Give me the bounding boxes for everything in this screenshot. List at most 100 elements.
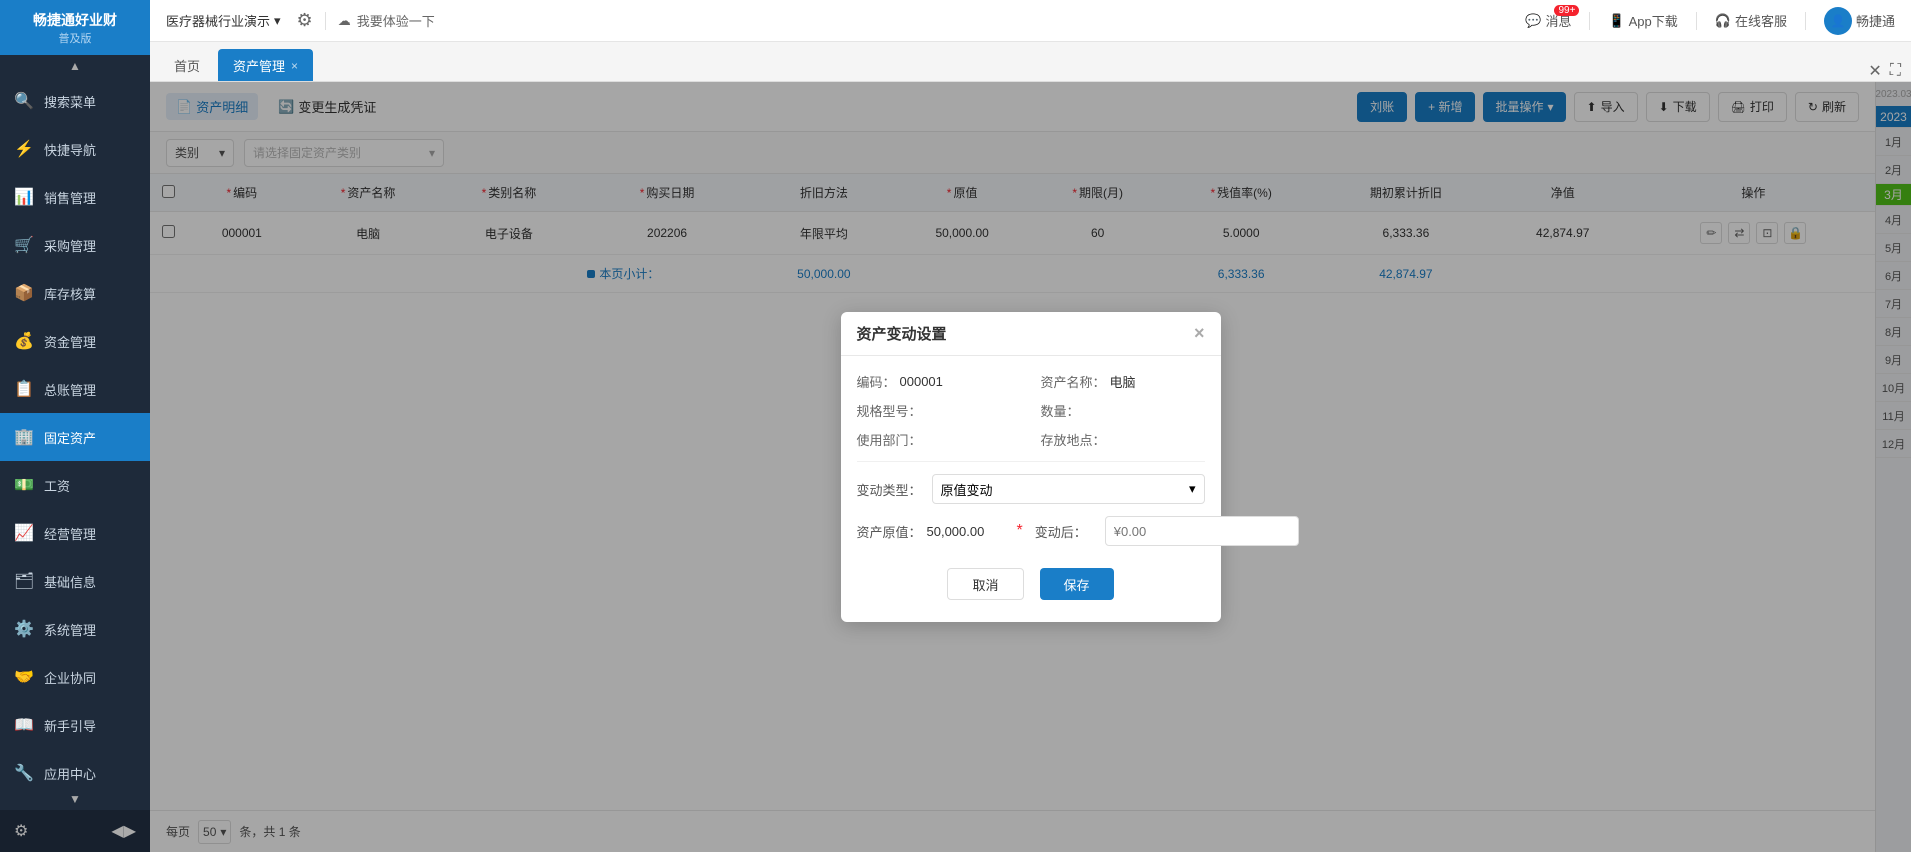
experience-btn[interactable]: ☁ 我要体验一下: [338, 11, 435, 30]
nav-label-4: 库存核算: [44, 284, 96, 303]
collapse-icon[interactable]: ◀▶: [111, 821, 136, 841]
nav-label-9: 经营管理: [44, 524, 96, 543]
sidebar-item-基础信息[interactable]: 🗂基础信息: [0, 557, 150, 605]
message-badge: 99+: [1554, 5, 1579, 16]
tab-asset-label: 资产管理: [233, 56, 285, 75]
window-btns: ✕ ⛶: [1868, 61, 1901, 81]
tab-asset-management[interactable]: 资产管理 ×: [218, 49, 313, 81]
window-close-icon[interactable]: ✕: [1868, 61, 1881, 81]
location-label: 存放地点：: [1041, 430, 1106, 449]
change-type-row: 变动类型： 原值变动 ▾: [857, 474, 1205, 504]
sidebar-item-快捷导航[interactable]: ⚡ 快捷导航: [0, 125, 150, 173]
nav-label-2: 销售管理: [44, 188, 96, 207]
tab-home-label: 首页: [174, 56, 200, 75]
dept-label: 使用部门：: [857, 430, 922, 449]
spec-label: 规格型号：: [857, 401, 922, 420]
sidebar-item-总账管理[interactable]: 📋 总账管理: [0, 365, 150, 413]
sidebar-item-企业协同[interactable]: 🤝企业协同: [0, 653, 150, 701]
modal-close-icon[interactable]: ×: [1194, 323, 1205, 344]
modal-overlay[interactable]: 资产变动设置 × 编码： 000001 资产名称： 电脑: [150, 82, 1911, 852]
change-type-select[interactable]: 原值变动 ▾: [932, 474, 1205, 504]
modal-spec: 规格型号：: [857, 401, 1021, 420]
nav-icon-5: 💰: [14, 331, 34, 351]
sidebar-item-工资[interactable]: 💵 工资: [0, 461, 150, 509]
cancel-button[interactable]: 取消: [947, 568, 1023, 600]
code-label: 编码：: [857, 372, 896, 391]
modal-footer: 取消 保存: [857, 558, 1205, 606]
topbar-divider-2: [1589, 12, 1590, 30]
nav-label-8: 工资: [44, 476, 70, 495]
nav-icon-9: 📈: [14, 523, 34, 543]
name-value: 电脑: [1110, 372, 1136, 391]
nav-label-6: 总账管理: [44, 380, 96, 399]
sidebar: 畅捷通好业财 普及版 ▲ 🔍搜索菜单 ⚡ 快捷导航 📊销售管理🛒采购管理 📦 库存核算 💰 资…: [0, 0, 150, 852]
experience-icon: ☁: [338, 13, 351, 29]
topbar-settings-icon[interactable]: ⚙: [297, 10, 313, 31]
experience-label: 我要体验一下: [357, 11, 435, 30]
modal-title: 资产变动设置: [857, 323, 947, 344]
modal-dialog: 资产变动设置 × 编码： 000001 资产名称： 电脑: [841, 312, 1221, 622]
app-download-btn[interactable]: 📱 App下载: [1608, 11, 1677, 30]
nav-label-11: 系统管理: [44, 620, 96, 639]
modal-dept: 使用部门：: [857, 430, 1021, 449]
window-maximize-icon[interactable]: ⛶: [1890, 62, 1901, 80]
sidebar-item-新手引导[interactable]: 📖新手引导: [0, 701, 150, 749]
code-value: 000001: [900, 374, 943, 389]
sidebar-menu: 🔍搜索菜单 ⚡ 快捷导航 📊销售管理🛒采购管理 📦 库存核算 💰 资金管理 📋 总账管理 🏢固定资产…: [0, 77, 150, 788]
message-btn[interactable]: 💬 消息 99+: [1525, 11, 1571, 30]
customer-service-icon: 🎧: [1715, 13, 1731, 29]
sidebar-item-经营管理[interactable]: 📈 经营管理: [0, 509, 150, 557]
sidebar-item-固定资产[interactable]: 🏢固定资产: [0, 413, 150, 461]
sidebar-item-资金管理[interactable]: 💰 资金管理: [0, 317, 150, 365]
nav-label-7: 固定资产: [44, 428, 96, 447]
user-profile[interactable]: 👤 畅捷通: [1824, 7, 1895, 35]
logo-title: 畅捷通好业财: [33, 10, 117, 30]
nav-icon-13: 📖: [14, 715, 34, 735]
logo: 畅捷通好业财 普及版: [0, 0, 150, 55]
settings-icon[interactable]: ⚙: [14, 821, 28, 841]
name-label: 资产名称：: [1041, 372, 1106, 391]
sidebar-scroll-up[interactable]: ▲: [0, 55, 150, 77]
app-download-icon: 📱: [1608, 13, 1624, 29]
modal-body: 编码： 000001 资产名称： 电脑 规格型号： 数量：: [841, 356, 1221, 622]
modal-qty: 数量：: [1041, 401, 1205, 420]
nav-label-0: 搜索菜单: [44, 92, 96, 111]
topbar-divider-4: [1805, 12, 1806, 30]
modal-header: 资产变动设置 ×: [841, 312, 1221, 356]
after-value-input[interactable]: [1105, 516, 1299, 546]
topbar-right: 💬 消息 99+ 📱 App下载 🎧 在线客服 👤 畅捷通: [1525, 7, 1895, 35]
topbar: 医疗器械行业演示 ▾ ⚙ ☁ 我要体验一下 💬 消息 99+ 📱 App下载 🎧…: [150, 0, 1911, 42]
sidebar-item-搜索菜单[interactable]: 🔍搜索菜单: [0, 77, 150, 125]
tab-close-icon[interactable]: ×: [291, 59, 298, 73]
sidebar-scroll-down[interactable]: ▼: [0, 788, 150, 810]
topbar-divider-3: [1696, 12, 1697, 30]
change-type-label: 变动类型：: [857, 480, 922, 499]
sidebar-item-应用中心[interactable]: 🔧应用中心: [0, 749, 150, 788]
sidebar-item-销售管理[interactable]: 📊销售管理: [0, 173, 150, 221]
sidebar-item-系统管理[interactable]: ⚙️ 系统管理: [0, 605, 150, 653]
customer-service-btn[interactable]: 🎧 在线客服: [1715, 11, 1787, 30]
nav-icon-1: ⚡: [14, 139, 34, 159]
nav-label-1: 快捷导航: [44, 140, 96, 159]
original-value-row: 资产原值： 50,000.00 * 变动后：: [857, 516, 1205, 546]
modal-info-grid: 编码： 000001 资产名称： 电脑 规格型号： 数量：: [857, 372, 1205, 462]
change-type-value: 原值变动: [941, 480, 993, 499]
nav-icon-4: 📦: [14, 283, 34, 303]
sidebar-item-采购管理[interactable]: 🛒采购管理: [0, 221, 150, 269]
sidebar-item-库存核算[interactable]: 📦 库存核算: [0, 269, 150, 317]
tab-home[interactable]: 首页: [160, 49, 214, 81]
original-value-label: 资产原值：: [857, 522, 917, 541]
modal-name: 资产名称： 电脑: [1041, 372, 1205, 391]
nav-icon-11: ⚙️: [14, 619, 34, 639]
nav-icon-8: 💵: [14, 475, 34, 495]
nav-icon-10: 🗂: [14, 571, 34, 591]
main-area: 医疗器械行业演示 ▾ ⚙ ☁ 我要体验一下 💬 消息 99+ 📱 App下载 🎧…: [150, 0, 1911, 852]
company-selector[interactable]: 医疗器械行业演示 ▾: [166, 11, 281, 30]
chevron-down-icon: ▾: [274, 13, 281, 29]
company-name: 医疗器械行业演示: [166, 11, 270, 30]
nav-label-5: 资金管理: [44, 332, 96, 351]
nav-label-3: 采购管理: [44, 236, 96, 255]
nav-icon-6: 📋: [14, 379, 34, 399]
save-button[interactable]: 保存: [1040, 568, 1114, 600]
required-star: *: [1017, 522, 1023, 540]
